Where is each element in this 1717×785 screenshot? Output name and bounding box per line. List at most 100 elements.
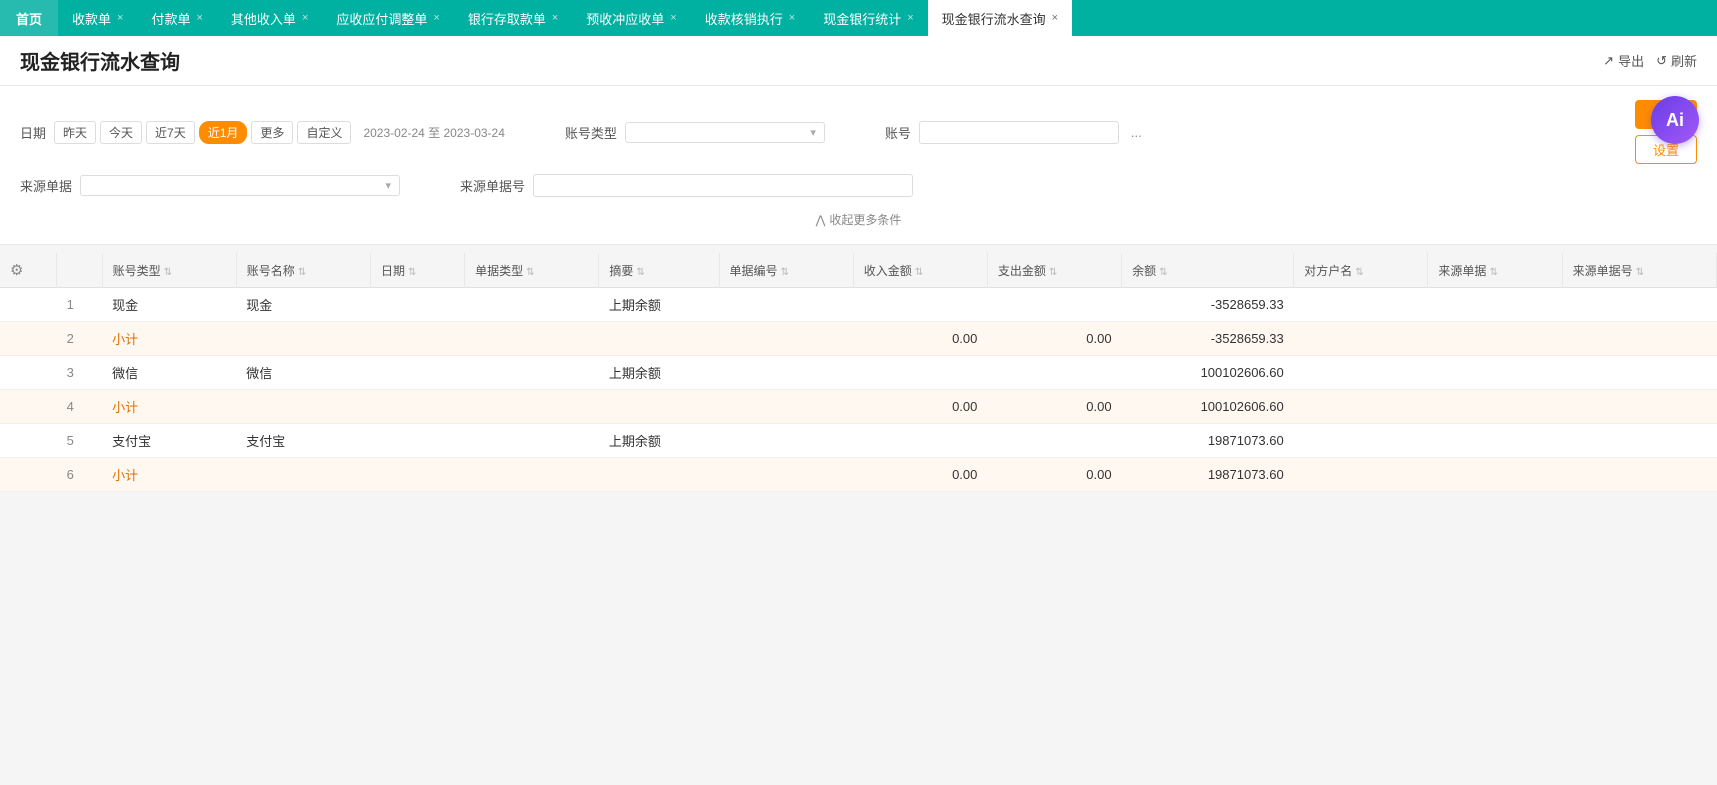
source-doc-no-input[interactable] <box>533 174 913 197</box>
cell-counterparty <box>1294 322 1428 356</box>
cell-account_name: 支付宝 <box>236 424 370 458</box>
source-doc-label: 来源单据 <box>20 176 72 195</box>
date-filter-group: 日期 昨天 今天 近7天 近1月 更多 自定义 2023-02-24 至 202… <box>20 121 505 144</box>
nav-tab-2-close[interactable]: × <box>302 12 308 24</box>
account-type-select[interactable]: ▾ <box>625 122 825 143</box>
sort-icon-expense: ⇅ <box>1049 267 1057 278</box>
cell-account_name: 微信 <box>236 356 370 390</box>
table-container: ⚙ 账号类型⇅ 账号名称⇅ 日期⇅ 单据类型⇅ 摘要⇅ 单据编号⇅ 收入金额⇅ … <box>0 253 1717 492</box>
col-settings[interactable]: ⚙ <box>0 253 57 288</box>
cell-doc_type <box>465 390 599 424</box>
cell-row_num: 1 <box>57 288 102 322</box>
nav-tab-1[interactable]: 付款单 × <box>137 0 216 36</box>
cell-settings <box>0 424 57 458</box>
table-row: 6小计0.000.0019871073.60 <box>0 458 1717 492</box>
date-btn-7days[interactable]: 近7天 <box>146 121 195 144</box>
nav-tab-4-close[interactable]: × <box>552 12 558 24</box>
cell-settings <box>0 390 57 424</box>
nav-tab-0-close[interactable]: × <box>117 12 123 24</box>
col-counterparty[interactable]: 对方户名⇅ <box>1294 253 1428 288</box>
col-account-type[interactable]: 账号类型⇅ <box>102 253 236 288</box>
nav-tab-0[interactable]: 收款单 × <box>58 0 137 36</box>
filter-row-2: 来源单据 ▾ 来源单据号 <box>20 174 1697 197</box>
nav-tab-5[interactable]: 预收冲应收单 × <box>572 0 690 36</box>
nav-tab-8[interactable]: 现金银行流水查询 × <box>928 0 1072 36</box>
col-doc-no[interactable]: 单据编号⇅ <box>719 253 853 288</box>
cell-source_doc_no <box>1562 390 1716 424</box>
date-btn-yesterday[interactable]: 昨天 <box>54 121 96 144</box>
account-type-label: 账号类型 <box>565 123 617 142</box>
account-label: 账号 <box>885 123 911 142</box>
refresh-button[interactable]: ↺ 刷新 <box>1656 51 1697 70</box>
cell-source_doc <box>1428 322 1562 356</box>
cell-doc_no <box>719 424 853 458</box>
nav-tab-1-close[interactable]: × <box>196 12 202 24</box>
cell-row_num: 3 <box>57 356 102 390</box>
nav-tab-8-close[interactable]: × <box>1052 12 1058 24</box>
cell-settings <box>0 322 57 356</box>
col-source-doc[interactable]: 来源单据⇅ <box>1428 253 1562 288</box>
account-input[interactable] <box>919 121 1119 144</box>
table-row: 5支付宝支付宝上期余额19871073.60 <box>0 424 1717 458</box>
cell-settings <box>0 288 57 322</box>
nav-tab-3[interactable]: 应收应付调整单 × <box>322 0 453 36</box>
table-settings-icon[interactable]: ⚙ <box>10 262 23 279</box>
table-row: 2小计0.000.00-3528659.33 <box>0 322 1717 356</box>
nav-tab-7[interactable]: 现金银行统计 × <box>809 0 927 36</box>
cell-account_type: 现金 <box>102 288 236 322</box>
cell-account_type: 小计 <box>102 322 236 356</box>
cell-summary: 上期余额 <box>599 288 719 322</box>
cell-counterparty <box>1294 390 1428 424</box>
col-summary[interactable]: 摘要⇅ <box>599 253 719 288</box>
nav-tab-4[interactable]: 银行存取款单 × <box>454 0 572 36</box>
date-btn-1month[interactable]: 近1月 <box>199 121 248 144</box>
sort-icon-source-doc-no: ⇅ <box>1636 267 1644 278</box>
nav-tab-3-close[interactable]: × <box>433 12 439 24</box>
sort-icon-source-doc: ⇅ <box>1489 267 1497 278</box>
cell-settings <box>0 356 57 390</box>
date-btn-custom[interactable]: 自定义 <box>297 121 351 144</box>
col-source-doc-no[interactable]: 来源单据号⇅ <box>1562 253 1716 288</box>
cell-account_type: 微信 <box>102 356 236 390</box>
cell-doc_no <box>719 390 853 424</box>
nav-tab-6[interactable]: 收款核销执行 × <box>691 0 809 36</box>
source-doc-no-filter-group: 来源单据号 <box>460 174 913 197</box>
col-expense[interactable]: 支出金额⇅ <box>987 253 1121 288</box>
col-income[interactable]: 收入金额⇅ <box>853 253 987 288</box>
cell-settings <box>0 458 57 492</box>
top-nav: 首页 收款单 × 付款单 × 其他收入单 × 应收应付调整单 × 银行存取款单 … <box>0 0 1717 36</box>
export-button[interactable]: ↗ 导出 <box>1603 51 1644 70</box>
sort-icon-date: ⇅ <box>408 267 416 278</box>
cell-source_doc_no <box>1562 288 1716 322</box>
table-body: 1现金现金上期余额-3528659.332小计0.000.00-3528659.… <box>0 288 1717 492</box>
more-dots[interactable]: ... <box>1131 125 1142 140</box>
nav-home[interactable]: 首页 <box>0 0 58 36</box>
sort-icon-account-name: ⇅ <box>298 267 306 278</box>
date-options: 昨天 今天 近7天 近1月 更多 自定义 <box>54 121 351 144</box>
collapse-bar[interactable]: ⋀ 收起更多条件 <box>20 207 1697 234</box>
nav-tab-2[interactable]: 其他收入单 × <box>217 0 322 36</box>
filter-area: 日期 昨天 今天 近7天 近1月 更多 自定义 2023-02-24 至 202… <box>0 86 1717 245</box>
date-btn-more[interactable]: 更多 <box>251 121 293 144</box>
cell-doc_type <box>465 424 599 458</box>
cell-balance: -3528659.33 <box>1122 288 1294 322</box>
col-doc-type[interactable]: 单据类型⇅ <box>465 253 599 288</box>
col-date[interactable]: 日期⇅ <box>370 253 464 288</box>
nav-tab-6-close[interactable]: × <box>789 12 795 24</box>
cell-counterparty <box>1294 424 1428 458</box>
cell-date <box>370 356 464 390</box>
nav-tab-5-close[interactable]: × <box>670 12 676 24</box>
col-balance[interactable]: 余额⇅ <box>1122 253 1294 288</box>
source-doc-select[interactable]: ▾ <box>80 175 400 196</box>
col-account-name[interactable]: 账号名称⇅ <box>236 253 370 288</box>
sort-icon-income: ⇅ <box>915 267 923 278</box>
ai-badge[interactable]: Ai <box>1651 96 1699 144</box>
source-doc-no-label: 来源单据号 <box>460 176 525 195</box>
cell-summary <box>599 390 719 424</box>
cell-date <box>370 390 464 424</box>
date-btn-today[interactable]: 今天 <box>100 121 142 144</box>
cell-balance: -3528659.33 <box>1122 322 1294 356</box>
cell-doc_type <box>465 288 599 322</box>
nav-tab-7-close[interactable]: × <box>907 12 913 24</box>
table-header: ⚙ 账号类型⇅ 账号名称⇅ 日期⇅ 单据类型⇅ 摘要⇅ 单据编号⇅ 收入金额⇅ … <box>0 253 1717 288</box>
